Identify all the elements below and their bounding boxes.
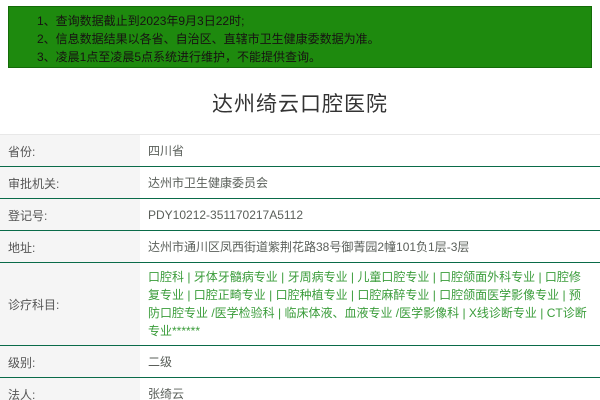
approval-authority-value: 达州市卫生健康委员会 [140,167,600,198]
table-row-address: 地址: 达州市通川区凤西街道紫荆花路38号御菁园2幢101负1层-3层 [0,231,600,263]
table-row-registration-number: 登记号: PDY10212-351170217A5112 [0,199,600,231]
notice-line-1: 1、查询数据截止到2023年9月3日22时; [37,14,245,28]
table-row-province: 省份: 四川省 [0,135,600,167]
registration-number-label: 登记号: [0,199,140,230]
level-value: 二级 [140,346,600,377]
province-label: 省份: [0,135,140,166]
page-title: 达州绮云口腔医院 [0,68,600,135]
notice-line-3: 3、凌晨1点至凌晨5点系统进行维护，不能提供查询。 [37,50,322,64]
table-row-approval-authority: 审批机关: 达州市卫生健康委员会 [0,167,600,199]
legal-person-value: 张绮云 [140,378,600,400]
province-value: 四川省 [140,135,600,166]
table-row-level: 级别: 二级 [0,346,600,378]
table-row-treatment-subjects: 诊疗科目: 口腔科 | 牙体牙髓病专业 | 牙周病专业 | 儿童口腔专业 | 口… [0,263,600,346]
registration-number-value: PDY10212-351170217A5112 [140,199,600,230]
level-label: 级别: [0,346,140,377]
treatment-subjects-label: 诊疗科目: [0,263,140,345]
approval-authority-label: 审批机关: [0,167,140,198]
address-label: 地址: [0,231,140,262]
legal-person-label: 法人: [0,378,140,400]
treatment-subjects-value: 口腔科 | 牙体牙髓病专业 | 牙周病专业 | 儿童口腔专业 | 口腔颌面外科专… [140,263,600,345]
table-row-legal-person: 法人: 张绮云 [0,378,600,400]
notice-banner: 1、查询数据截止到2023年9月3日22时; 2、信息数据结果以各省、自治区、直… [8,6,592,68]
notice-line-2: 2、信息数据结果以各省、自治区、直辖市卫生健康委数据为准。 [37,32,380,46]
address-value: 达州市通川区凤西街道紫荆花路38号御菁园2幢101负1层-3层 [140,231,600,262]
hospital-info-table: 省份: 四川省 审批机关: 达州市卫生健康委员会 登记号: PDY10212-3… [0,135,600,400]
